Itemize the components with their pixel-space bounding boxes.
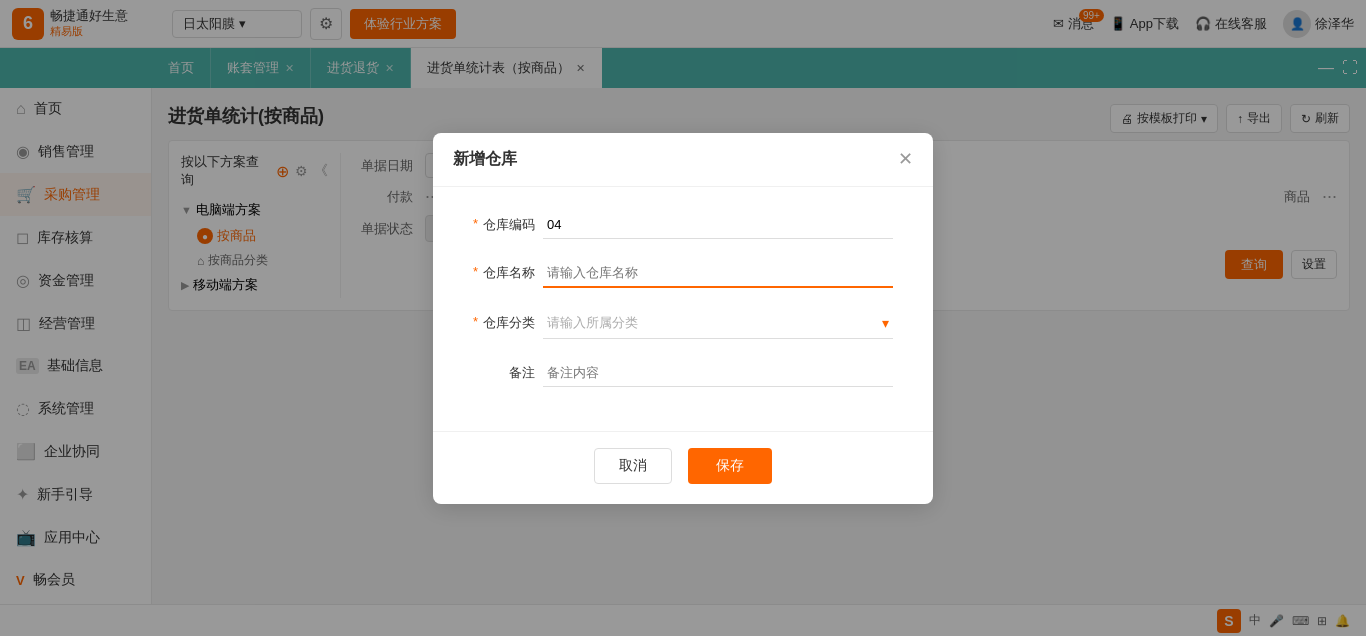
code-label: 仓库编码: [473, 216, 543, 234]
dialog-header: 新增仓库 ✕: [433, 133, 933, 187]
category-arrow-icon: ▾: [882, 315, 889, 331]
name-input[interactable]: [543, 259, 893, 288]
modal-overlay: 新增仓库 ✕ 仓库编码 仓库名称 仓库分类 请输入所属分类 ▾: [0, 0, 1366, 636]
category-select[interactable]: 请输入所属分类 ▾: [543, 308, 893, 339]
cancel-button[interactable]: 取消: [594, 448, 672, 484]
category-placeholder: 请输入所属分类: [547, 314, 882, 332]
save-button[interactable]: 保存: [688, 448, 772, 484]
code-input[interactable]: [543, 211, 893, 239]
field-category: 仓库分类 请输入所属分类 ▾: [473, 308, 893, 339]
dialog-body: 仓库编码 仓库名称 仓库分类 请输入所属分类 ▾ 备注: [433, 187, 933, 431]
field-name: 仓库名称: [473, 259, 893, 288]
name-label: 仓库名称: [473, 264, 543, 282]
field-code: 仓库编码: [473, 211, 893, 239]
dialog-close-icon[interactable]: ✕: [898, 150, 913, 168]
remark-label: 备注: [473, 364, 543, 382]
field-remark: 备注: [473, 359, 893, 387]
remark-input[interactable]: [543, 359, 893, 387]
add-warehouse-dialog: 新增仓库 ✕ 仓库编码 仓库名称 仓库分类 请输入所属分类 ▾: [433, 133, 933, 504]
dialog-footer: 取消 保存: [433, 431, 933, 504]
category-label: 仓库分类: [473, 314, 543, 332]
dialog-title: 新增仓库: [453, 149, 517, 170]
